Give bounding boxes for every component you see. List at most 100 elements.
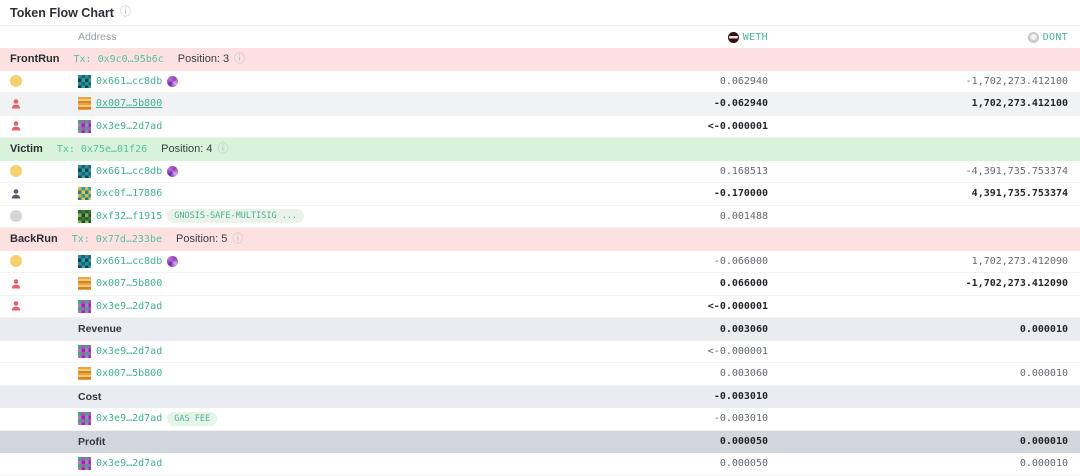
dont-value: 1,702,273.412090	[971, 255, 1068, 267]
position-label: Position: 5	[176, 233, 228, 246]
person-icon	[10, 98, 22, 110]
weth-value: 0.062940	[719, 75, 768, 87]
table-row: 0x3e9…2d7ad 0.000050 0.000010	[0, 453, 1080, 476]
info-icon[interactable]: ⓘ	[120, 7, 131, 18]
dont-column-label: DONT	[1042, 31, 1068, 43]
position-label: Position: 4	[161, 143, 213, 156]
address-identicon	[78, 74, 91, 88]
tx-hash-link[interactable]: Tx: 0x77d…233be	[72, 234, 162, 245]
weth-value: 0.001488	[719, 210, 768, 222]
dont-value: 0.000010	[1019, 436, 1068, 448]
section-label: FrontRun	[10, 53, 60, 66]
weth-value: <-0.000001	[707, 345, 768, 357]
lead-cell	[0, 345, 78, 357]
table-row: 0x3e9…2d7ad <-0.000001	[0, 115, 1080, 138]
section-header-victim: Victim Tx: 0x75e…01f26 Position: 4 ⓘ	[0, 138, 1080, 161]
address-cell: 0x661…cc8db	[78, 254, 468, 268]
dont-value: -1,702,273.412090	[965, 278, 1068, 290]
info-icon[interactable]: ⓘ	[234, 53, 245, 65]
summary-label: Profit	[78, 435, 106, 448]
address-identicon	[78, 254, 91, 268]
lead-cell	[0, 255, 78, 268]
person-icon	[10, 120, 22, 132]
tx-hash-link[interactable]: Tx: 0x75e…01f26	[57, 144, 147, 155]
address-cell: 0x661…cc8db	[78, 74, 468, 88]
token-flow-rows: FrontRun Tx: 0x9c0…95b6c Position: 3 ⓘ 0x661…	[0, 48, 1080, 476]
tx-hash-link[interactable]: Tx: 0x9c0…95b6c	[73, 54, 163, 65]
address-cell: 0x3e9…2d7ad	[78, 457, 468, 471]
table-row: 0x3e9…2d7ad GAS FEE -0.003010	[0, 408, 1080, 431]
address-identicon	[78, 344, 91, 358]
address-link[interactable]: 0x3e9…2d7ad	[96, 346, 162, 357]
lead-cell	[0, 458, 78, 470]
weth-value: 0.003060	[719, 368, 768, 380]
page-title: Token Flow Chart	[10, 5, 114, 20]
address-link[interactable]: 0x661…cc8db	[96, 166, 162, 177]
address-link[interactable]: 0x007…5b800	[96, 278, 162, 289]
table-row: 0x007…5b800 0.003060 0.000010	[0, 363, 1080, 386]
address-identicon	[78, 277, 91, 291]
address-link[interactable]: 0x3e9…2d7ad	[96, 121, 162, 132]
weth-value: 0.000050	[719, 436, 768, 448]
info-icon[interactable]: ⓘ	[232, 233, 243, 245]
address-link[interactable]: 0x3e9…2d7ad	[96, 301, 162, 312]
protocol-swirl-icon	[167, 165, 179, 177]
address-cell: 0x007…5b800	[78, 367, 468, 381]
info-icon[interactable]: ⓘ	[218, 143, 229, 155]
address-link[interactable]: 0x661…cc8db	[96, 76, 162, 87]
lead-icon-empty	[10, 413, 22, 425]
lead-icon-empty	[10, 345, 22, 357]
address-cell: 0x3e9…2d7ad	[78, 119, 468, 133]
address-link[interactable]: 0xc0f…17886	[96, 188, 162, 199]
address-link[interactable]: 0x3e9…2d7ad	[96, 458, 162, 469]
summary-label: Cost	[78, 390, 102, 403]
address-cell: 0x3e9…2d7ad GAS FEE	[78, 411, 468, 426]
lead-cell	[0, 368, 78, 380]
weth-value: <-0.000001	[707, 120, 768, 132]
table-row: 0x007…5b800 0.066000 -1,702,273.412090	[0, 273, 1080, 296]
lead-cell	[0, 75, 78, 88]
contract-dot-icon	[10, 75, 22, 88]
weth-column-header: WETH	[468, 31, 768, 43]
table-column-header: Address WETH DONT	[0, 26, 1080, 48]
token-flow-chart-panel: Token Flow Chart ⓘ Address WETH DONT Fro…	[0, 0, 1080, 476]
table-row: 0xf32…f1915 GNOSIS-SAFE-MULTISIG ... 0.001…	[0, 205, 1080, 228]
weth-value: <-0.000001	[707, 300, 768, 312]
address-link[interactable]: 0x3e9…2d7ad	[96, 413, 162, 424]
address-column-header: Address	[78, 31, 117, 43]
address-identicon	[78, 412, 91, 426]
address-identicon	[78, 367, 91, 381]
dont-value: -1,702,273.412100	[965, 75, 1068, 87]
weth-column-label: WETH	[742, 31, 768, 43]
table-row: 0xc0f…17886 -0.170000 4,391,735.753374	[0, 183, 1080, 206]
dont-token-icon	[1027, 31, 1039, 43]
weth-value: -0.003010	[713, 391, 768, 403]
lead-cell	[0, 165, 78, 178]
address-cell: 0x007…5b800	[78, 277, 468, 291]
address-identicon	[78, 209, 91, 223]
address-cell: 0xf32…f1915 GNOSIS-SAFE-MULTISIG ...	[78, 209, 468, 224]
address-cell: 0xc0f…17886	[78, 187, 468, 201]
contract-dot-icon	[10, 165, 22, 178]
summary-row-cost: Cost -0.003010	[0, 385, 1080, 408]
contract-dot-icon	[10, 210, 22, 223]
weth-value: -0.003010	[713, 413, 768, 425]
address-tag-badge: GAS FEE	[167, 411, 218, 426]
table-row: 0x661…cc8db 0.062940 -1,702,273.412100	[0, 70, 1080, 93]
weth-value: 0.000050	[719, 458, 768, 470]
lead-icon-empty	[10, 368, 22, 380]
section-label: Victim	[10, 143, 43, 156]
table-row: 0x661…cc8db -0.066000 1,702,273.412090	[0, 250, 1080, 273]
lead-cell	[0, 188, 78, 200]
address-link[interactable]: 0xf32…f1915	[96, 211, 162, 222]
address-tag-badge[interactable]: GNOSIS-SAFE-MULTISIG ...	[167, 209, 305, 224]
address-identicon	[78, 187, 91, 201]
address-link[interactable]: 0x007…5b800	[96, 98, 162, 109]
address-link[interactable]: 0x661…cc8db	[96, 256, 162, 267]
protocol-swirl-icon	[167, 75, 179, 87]
weth-value: 0.168513	[719, 165, 768, 177]
address-link[interactable]: 0x007…5b800	[96, 368, 162, 379]
dont-value: 4,391,735.753374	[971, 188, 1068, 200]
person-icon	[10, 188, 22, 200]
lead-cell	[0, 120, 78, 132]
